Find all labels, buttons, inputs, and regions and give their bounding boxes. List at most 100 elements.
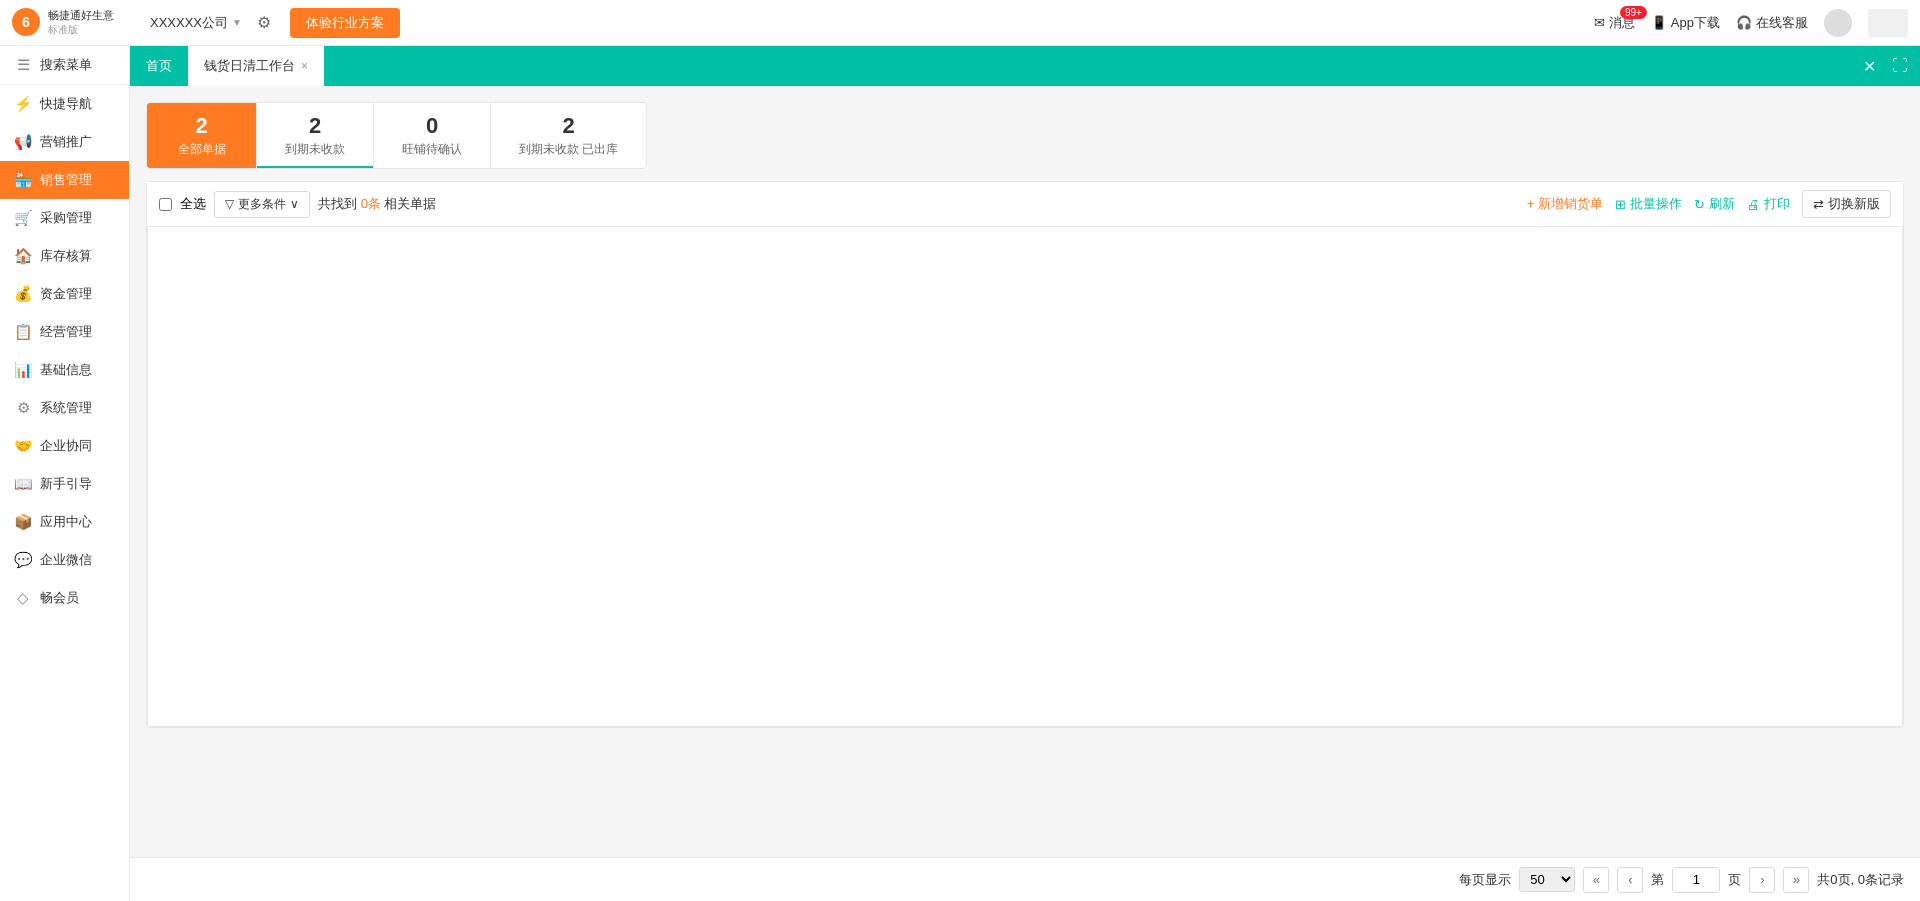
sidebar-item-basic-info[interactable]: 📊 基础信息 [0,351,129,389]
stats-count-all: 2 [175,113,228,139]
member-icon: ◇ [14,589,32,607]
app-download-button[interactable]: 📱 App下载 [1651,14,1720,32]
sidebar-item-sales[interactable]: 🏪 销售管理 [0,161,129,199]
messages-button[interactable]: ✉ 消息 99+ [1594,14,1635,32]
toolbar: 全选 ▽ 更多条件 ∨ 共找到 0条 相关单据 + 新增销货单 ⊞ 批量操作 [147,182,1903,227]
stats-label-pending: 旺铺待确认 [402,141,462,158]
company-selector[interactable]: XXXXXX公司 ▼ [150,14,242,32]
sidebar-item-label: 营销推广 [40,133,92,151]
header-right: ✉ 消息 99+ 📱 App下载 🎧 在线客服 [1594,9,1908,37]
user-avatar[interactable] [1824,9,1852,37]
user-name-display[interactable] [1868,9,1908,37]
operations-icon: 📋 [14,323,32,341]
content-wrapper: 全选 ▽ 更多条件 ∨ 共找到 0条 相关单据 + 新增销货单 ⊞ 批量操作 [146,181,1904,728]
sidebar-search[interactable]: ☰ 搜索菜单 [0,46,129,85]
app-name: 畅捷通好生意 [48,8,114,22]
table-area [147,227,1903,727]
wechat-icon: 💬 [14,551,32,569]
company-name: XXXXXX公司 [150,14,228,32]
add-sales-order-button[interactable]: + 新增销货单 [1527,195,1603,213]
sidebar-item-app-center[interactable]: 📦 应用中心 [0,503,129,541]
stats-tab-overdue-shipped[interactable]: 2 到期未收款 已出库 [491,103,646,168]
settings-icon[interactable]: ⚙ [250,9,278,37]
stats-label-overdue: 到期未收款 [285,141,345,158]
sidebar-item-label: 企业微信 [40,551,92,569]
batch-icon: ⊞ [1615,197,1626,212]
page-summary: 共0页, 0条记录 [1817,871,1904,889]
tab-minimize-icon[interactable]: ✕ [1859,53,1880,80]
last-page-button[interactable]: » [1783,867,1809,893]
first-page-button[interactable]: « [1583,867,1609,893]
page-number-input[interactable]: 1 [1672,867,1720,893]
page-prefix: 第 [1651,871,1664,889]
per-page-label: 每页显示 [1459,871,1511,889]
sidebar-item-inventory[interactable]: 🏠 库存核算 [0,237,129,275]
system-icon: ⚙ [14,399,32,417]
stats-count-overdue: 2 [285,113,345,139]
stats-count-overdue-shipped: 2 [519,113,618,139]
sidebar-item-label: 系统管理 [40,399,92,417]
stats-tabs: 2 全部单据 2 到期未收款 0 旺铺待确认 2 到期未收款 已出库 [146,102,647,169]
sidebar-item-label: 企业协同 [40,437,92,455]
sidebar-item-label: 资金管理 [40,285,92,303]
print-button[interactable]: 🖨 打印 [1747,195,1790,213]
tab-cashflow[interactable]: 钱货日清工作台 × [188,46,324,86]
sidebar-item-label: 畅会员 [40,589,79,607]
found-count: 0条 [361,196,381,211]
message-badge: 99+ [1620,6,1647,19]
prev-page-button[interactable]: ‹ [1617,867,1643,893]
next-page-button[interactable]: › [1749,867,1775,893]
sidebar-item-enterprise[interactable]: 🤝 企业协同 [0,427,129,465]
trial-button[interactable]: 体验行业方案 [290,8,400,38]
inventory-icon: 🏠 [14,247,32,265]
search-icon: ☰ [14,56,32,74]
stats-label-all: 全部单据 [175,141,228,158]
refresh-button[interactable]: ↻ 刷新 [1694,195,1735,213]
sidebar-item-quick-nav[interactable]: ⚡ 快捷导航 [0,85,129,123]
sidebar-item-operations[interactable]: 📋 经营管理 [0,313,129,351]
filter-icon: ▽ [225,197,234,211]
app-center-icon: 📦 [14,513,32,531]
stats-tab-pending[interactable]: 0 旺铺待确认 [374,103,491,168]
guide-icon: 📖 [14,475,32,493]
sidebar-item-purchase[interactable]: 🛒 采购管理 [0,199,129,237]
online-service-button[interactable]: 🎧 在线客服 [1736,14,1808,32]
dropdown-icon: ∨ [290,197,299,211]
company-dropdown-arrow: ▼ [232,17,242,28]
tab-home[interactable]: 首页 [130,46,188,86]
select-all-checkbox[interactable] [159,198,172,211]
sidebar-item-finance[interactable]: 💰 资金管理 [0,275,129,313]
sidebar-item-marketing[interactable]: 📢 营销推广 [0,123,129,161]
top-header: 6 畅捷通好生意 标准版 XXXXXX公司 ▼ ⚙ 体验行业方案 ✉ 消息 99… [0,0,1920,46]
refresh-icon: ↻ [1694,197,1705,212]
sales-icon: 🏪 [14,171,32,189]
tab-close-icon[interactable]: × [301,59,308,73]
sidebar: ☰ 搜索菜单 ⚡ 快捷导航 📢 营销推广 🏪 销售管理 🛒 采购管理 🏠 库存核… [0,0,130,901]
more-filters-button[interactable]: ▽ 更多条件 ∨ [214,191,310,218]
enterprise-icon: 🤝 [14,437,32,455]
stats-tab-all[interactable]: 2 全部单据 [147,103,257,168]
sidebar-item-wechat[interactable]: 💬 企业微信 [0,541,129,579]
sidebar-item-label: 基础信息 [40,361,92,379]
sidebar-item-member[interactable]: ◇ 畅会员 [0,579,129,617]
purchase-icon: 🛒 [14,209,32,227]
download-icon: 📱 [1651,15,1667,30]
logo-area: 6 畅捷通好生意 标准版 [12,8,142,36]
sidebar-item-system[interactable]: ⚙ 系统管理 [0,389,129,427]
message-icon: ✉ [1594,15,1605,30]
sidebar-item-label: 快捷导航 [40,95,92,113]
sidebar-item-guide[interactable]: 📖 新手引导 [0,465,129,503]
page-suffix: 页 [1728,871,1741,889]
pagination-bar: 每页显示 50 100 200 « ‹ 第 1 页 › » 共0页, 0条记录 [130,857,1920,901]
stats-label-overdue-shipped: 到期未收款 已出库 [519,141,618,158]
finance-icon: 💰 [14,285,32,303]
batch-operations-button[interactable]: ⊞ 批量操作 [1615,195,1682,213]
stats-tab-overdue[interactable]: 2 到期未收款 [257,103,374,168]
search-label: 搜索菜单 [40,56,92,74]
sidebar-item-label: 销售管理 [40,171,92,189]
switch-version-button[interactable]: ⇄ 切换新版 [1802,190,1891,218]
per-page-select[interactable]: 50 100 200 [1519,867,1575,892]
tab-maximize-icon[interactable]: ⛶ [1888,53,1912,79]
quick-nav-icon: ⚡ [14,95,32,113]
tab-actions: ✕ ⛶ [1859,53,1920,80]
